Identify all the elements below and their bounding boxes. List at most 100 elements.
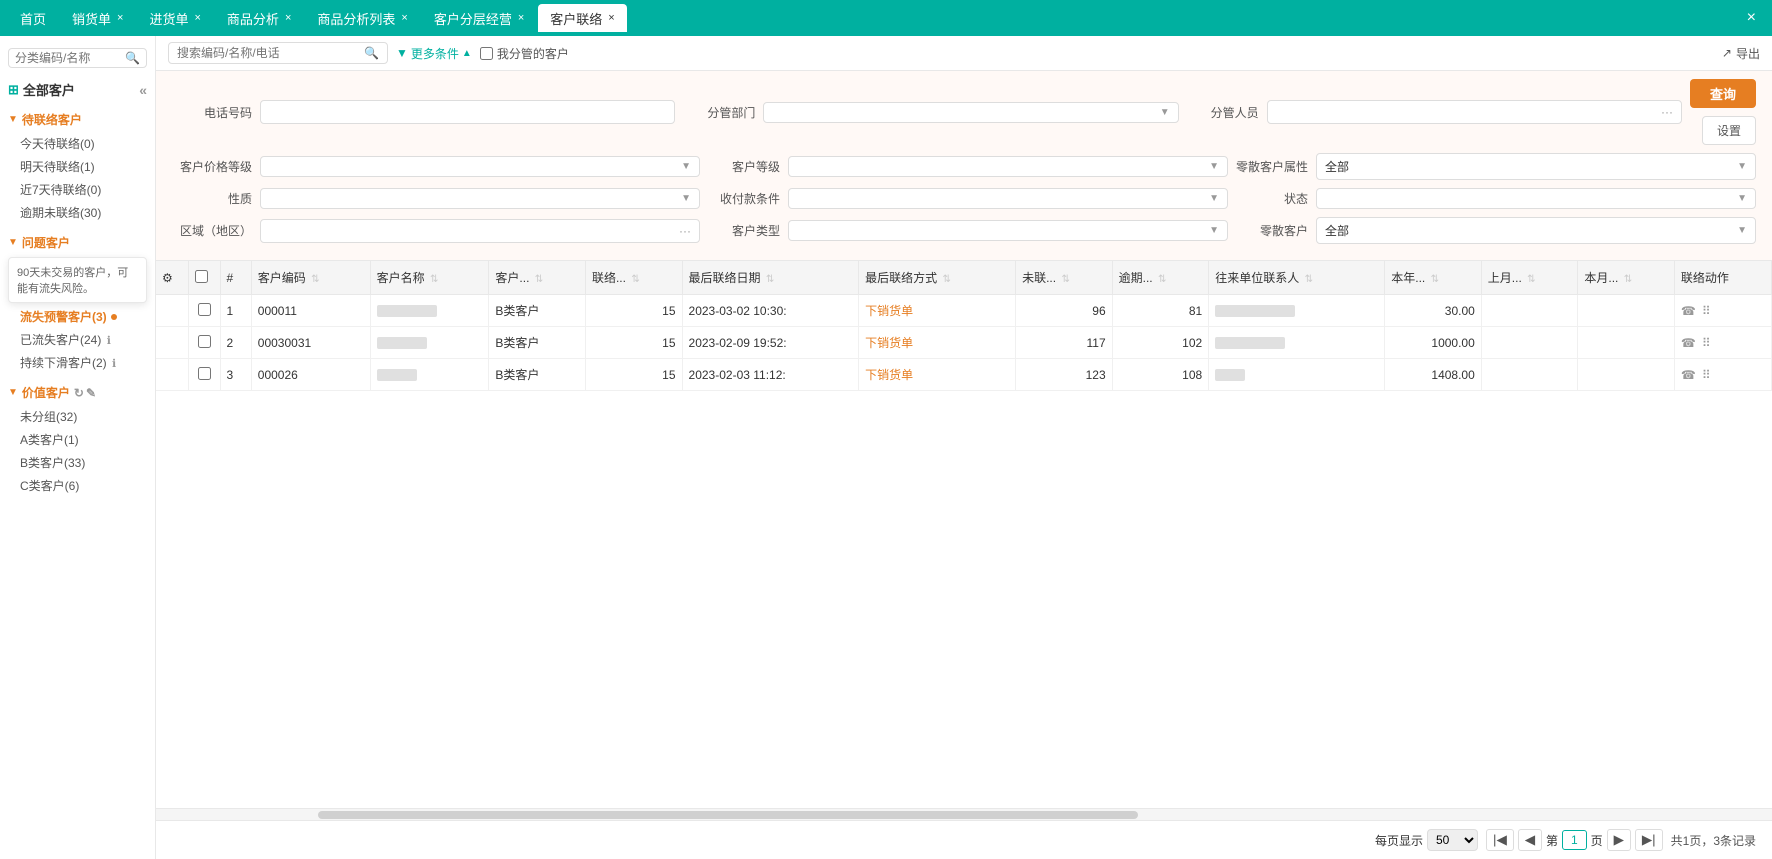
th-uncontacted[interactable]: 未联... ⇅ (1016, 261, 1113, 295)
sidebar-item-today[interactable]: 今天待联络(0) (0, 132, 155, 155)
last-page-btn[interactable]: ▶| (1635, 829, 1663, 851)
filter-zero-customer: 零散客户 全部 ▼ (1228, 217, 1756, 244)
sidebar-group-pending-title[interactable]: ▼ 待联络客户 (0, 107, 155, 132)
sidebar-item-typeB[interactable]: B类客户(33) (0, 451, 155, 474)
tab-customer-layer[interactable]: 客户分层经营 × (422, 4, 536, 32)
tab-analysis[interactable]: 商品分析 × (215, 4, 303, 32)
search-input[interactable] (177, 46, 360, 60)
more-conditions-btn[interactable]: ▼ 更多条件 ▲ (396, 45, 472, 62)
th-name[interactable]: 客户名称 ⇅ (370, 261, 489, 295)
dept-select[interactable]: ▼ (763, 102, 1178, 123)
status-select[interactable]: ▼ (1316, 188, 1756, 209)
prev-page-btn[interactable]: ◀ (1518, 829, 1542, 851)
th-contact[interactable]: 联络... ⇅ (585, 261, 682, 295)
action-more-icon-1[interactable]: ⠿ (1702, 304, 1711, 318)
edit-icon[interactable]: ✎ (86, 386, 96, 400)
th-overdue[interactable]: 逾期... ⇅ (1112, 261, 1209, 295)
sidebar-collapse-icon[interactable]: « (139, 82, 147, 98)
tab-sales-close[interactable]: × (117, 12, 123, 24)
action-call-icon-2[interactable]: ☎ (1681, 336, 1696, 350)
next-page-btn[interactable]: ▶ (1607, 829, 1631, 851)
th-this-year[interactable]: 本年... ⇅ (1385, 261, 1482, 295)
zero-customer-select[interactable]: 全部 ▼ (1316, 217, 1756, 244)
td-check-2[interactable] (188, 327, 220, 359)
method-link-3[interactable]: 下销货单 (865, 368, 913, 382)
tab-customer-layer-close[interactable]: × (518, 12, 524, 24)
td-check-1[interactable] (188, 295, 220, 327)
sidebar-item-warn-loss[interactable]: 流失预警客户(3) (0, 305, 155, 328)
sidebar-item-typeC[interactable]: C类客户(6) (0, 474, 155, 497)
sidebar-search-box[interactable]: 🔍 (8, 48, 147, 68)
td-method-3[interactable]: 下销货单 (859, 359, 1016, 391)
tab-home[interactable]: 首页 (8, 4, 58, 32)
per-page-select[interactable]: 50 100 200 (1427, 829, 1478, 851)
sidebar-search-input[interactable] (15, 51, 125, 65)
scrollbar-thumb[interactable] (318, 811, 1138, 819)
sidebar-item-tomorrow[interactable]: 明天待联络(1) (0, 155, 155, 178)
tab-customer-connect-close[interactable]: × (608, 12, 614, 24)
search-box[interactable]: 🔍 (168, 42, 388, 64)
price-level-select[interactable]: ▼ (260, 156, 700, 177)
th-last-date[interactable]: 最后联络日期 ⇅ (682, 261, 859, 295)
th-this-month[interactable]: 本月... ⇅ (1578, 261, 1675, 295)
region-select[interactable]: ··· (260, 219, 700, 243)
phone-input[interactable] (260, 100, 675, 124)
th-last-month[interactable]: 上月... ⇅ (1481, 261, 1578, 295)
window-close-btn[interactable]: × (1739, 9, 1764, 27)
refresh-icon[interactable]: ↻ (74, 386, 84, 400)
query-btn[interactable]: 查询 (1690, 79, 1756, 108)
th-type[interactable]: 客户... ⇅ (489, 261, 586, 295)
row1-checkbox[interactable] (198, 303, 211, 316)
my-customers-check[interactable] (480, 47, 493, 60)
th-code[interactable]: 客户编码 ⇅ (251, 261, 370, 295)
region-more-icon[interactable]: ··· (679, 224, 691, 238)
th-contacts[interactable]: 往来单位联系人 ⇅ (1209, 261, 1385, 295)
row3-checkbox[interactable] (198, 367, 211, 380)
manager-select[interactable]: ··· (1267, 100, 1682, 124)
customer-type-select[interactable]: ▼ (788, 220, 1228, 241)
sidebar-all-customers[interactable]: ⊞ 全部客户 « (0, 76, 155, 103)
th-checkbox[interactable] (188, 261, 220, 295)
horizontal-scrollbar[interactable] (156, 808, 1772, 820)
tab-customer-connect[interactable]: 客户联络 × (538, 4, 626, 32)
sidebar-item-ungroup[interactable]: 未分组(32) (0, 405, 155, 428)
tab-analysis-table[interactable]: 商品分析列表 × (305, 4, 419, 32)
more-icon[interactable]: ··· (1661, 105, 1673, 119)
sidebar-item-lost[interactable]: 已流失客户(24) ℹ (0, 328, 155, 351)
action-more-icon-2[interactable]: ⠿ (1702, 336, 1711, 350)
gender-select[interactable]: ▼ (260, 188, 700, 209)
th-last-method[interactable]: 最后联络方式 ⇅ (859, 261, 1016, 295)
tab-analysis-close[interactable]: × (285, 12, 291, 24)
sidebar-item-overdue[interactable]: 逾期未联络(30) (0, 201, 155, 224)
tab-analysis-table-close[interactable]: × (401, 12, 407, 24)
payment-select[interactable]: ▼ (788, 188, 1228, 209)
row2-checkbox[interactable] (198, 335, 211, 348)
sidebar-search-icon[interactable]: 🔍 (125, 51, 140, 65)
tab-purchase-close[interactable]: × (194, 12, 200, 24)
export-btn[interactable]: ↗ 导出 (1722, 45, 1760, 62)
sidebar-group-value-title[interactable]: ▼ 价值客户 ↻ ✎ (0, 380, 155, 405)
tab-sales[interactable]: 销货单 × (60, 4, 135, 32)
zero-attr-select[interactable]: 全部 ▼ (1316, 153, 1756, 180)
th-gear[interactable]: ⚙ (156, 261, 188, 295)
th-actions: 联络动作 (1674, 261, 1771, 295)
action-call-icon-3[interactable]: ☎ (1681, 368, 1696, 382)
sidebar-item-typeA[interactable]: A类客户(1) (0, 428, 155, 451)
method-link-2[interactable]: 下销货单 (865, 336, 913, 350)
settings-btn[interactable]: 设置 (1702, 116, 1756, 145)
sidebar-item-declining[interactable]: 持续下滑客户(2) ℹ (0, 351, 155, 374)
action-call-icon-1[interactable]: ☎ (1681, 304, 1696, 318)
tab-purchase[interactable]: 进货单 × (137, 4, 212, 32)
search-icon[interactable]: 🔍 (364, 46, 379, 60)
td-method-2[interactable]: 下销货单 (859, 327, 1016, 359)
customer-level-select[interactable]: ▼ (788, 156, 1228, 177)
select-all-checkbox[interactable] (195, 270, 208, 283)
first-page-btn[interactable]: |◀ (1486, 829, 1514, 851)
sidebar-group-problem-title[interactable]: ▼ 问题客户 (0, 230, 155, 255)
td-method-1[interactable]: 下销货单 (859, 295, 1016, 327)
method-link-1[interactable]: 下销货单 (865, 304, 913, 318)
td-check-3[interactable] (188, 359, 220, 391)
sidebar-item-week[interactable]: 近7天待联络(0) (0, 178, 155, 201)
action-more-icon-3[interactable]: ⠿ (1702, 368, 1711, 382)
my-customers-checkbox[interactable]: 我分管的客户 (480, 45, 569, 62)
